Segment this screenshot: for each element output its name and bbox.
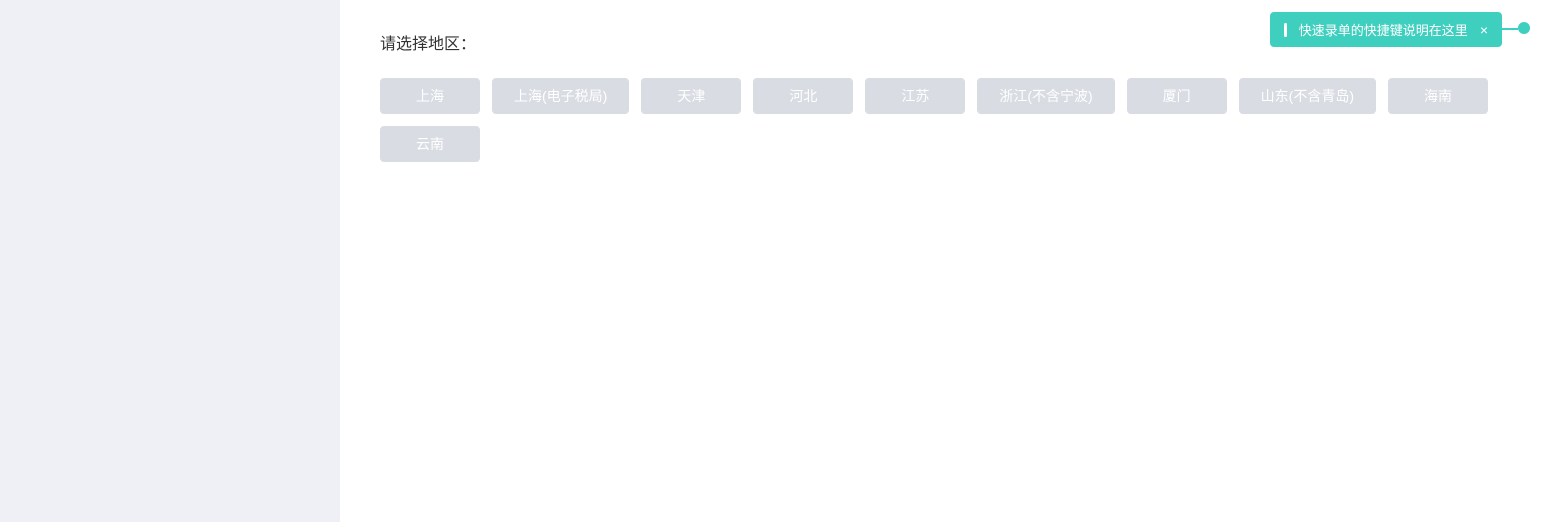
region-button-shandong[interactable]: 山东(不含青岛) — [1239, 78, 1376, 114]
left-sidebar — [0, 0, 340, 522]
region-buttons: 上海上海(电子税局) 天津河北江苏浙江(不含宁波) 厦门山东(不含青岛) 海南云南 — [380, 78, 1522, 162]
region-button-xiamen[interactable]: 厦门 — [1127, 78, 1227, 114]
tooltip-close-button[interactable]: × — [1480, 22, 1488, 38]
region-button-tianjin[interactable]: 天津 — [641, 78, 741, 114]
region-button-hebei[interactable]: 河北 — [753, 78, 853, 114]
region-button-jiangsu[interactable]: 江苏 — [865, 78, 965, 114]
tooltip-connector-dot — [1518, 22, 1530, 34]
region-button-zhejiang[interactable]: 浙江(不含宁波) — [977, 78, 1114, 114]
tooltip-bar — [1284, 23, 1287, 37]
tooltip-connector-line — [1502, 28, 1518, 30]
region-button-yunnan[interactable]: 云南 — [380, 126, 480, 162]
tooltip-banner: 快速录单的快捷键说明在这里 × — [1270, 12, 1502, 47]
tooltip-text: 快速录单的快捷键说明在这里 — [1299, 20, 1468, 39]
main-content: 请选择地区： 上海上海(电子税局)天津河北江苏浙江(不含宁波)厦门山东(不含青岛… — [340, 0, 1562, 522]
region-button-shanghai[interactable]: 上海 — [380, 78, 480, 114]
region-button-shanghai-etax[interactable]: 上海(电子税局) — [492, 78, 629, 114]
region-button-hainan[interactable]: 海南 — [1388, 78, 1488, 114]
